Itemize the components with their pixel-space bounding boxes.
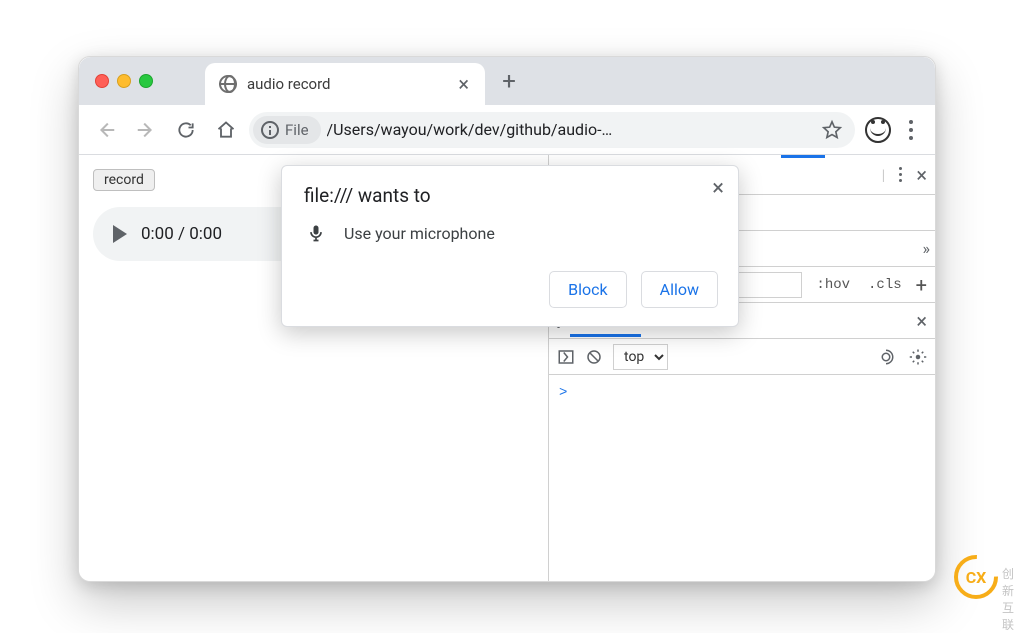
info-icon (261, 121, 279, 139)
corner-watermark: CX 创新互联 (954, 555, 998, 603)
permission-actions: Block Allow (304, 271, 718, 308)
forward-button[interactable] (129, 113, 163, 147)
permission-dialog: × file:/// wants to Use your microphone … (281, 165, 739, 327)
console-toolbar: top (549, 339, 935, 375)
permission-title: file:/// wants to (304, 184, 718, 207)
brand-text: 创新互联 (1002, 565, 1014, 633)
svg-text:CX: CX (966, 568, 987, 587)
live-expression-icon[interactable] (877, 348, 895, 366)
address-bar[interactable]: File /Users/wayou/work/dev/github/audio-… (249, 112, 855, 148)
clear-console-icon[interactable] (585, 348, 603, 366)
audio-time: 0:00 / 0:00 (141, 224, 222, 244)
minimize-window-button[interactable] (117, 74, 131, 88)
devtools-menu-button[interactable] (899, 167, 902, 182)
back-button[interactable] (89, 113, 123, 147)
reload-button[interactable] (169, 113, 203, 147)
toolbar: File /Users/wayou/work/dev/github/audio-… (79, 105, 935, 155)
allow-button[interactable]: Allow (641, 271, 718, 308)
tab-close-button[interactable]: × (454, 70, 473, 98)
new-tab-button[interactable]: + (485, 57, 533, 105)
tab-strip: audio record × + (79, 57, 935, 105)
console-sidebar-toggle-icon[interactable] (557, 348, 575, 366)
arrow-right-icon (135, 119, 157, 141)
close-window-button[interactable] (95, 74, 109, 88)
block-button[interactable]: Block (549, 271, 626, 308)
home-icon (216, 120, 236, 140)
console-prompt-icon: > (559, 385, 567, 401)
chip-label: File (285, 121, 309, 139)
plus-icon: + (502, 67, 516, 95)
reload-icon (176, 120, 196, 140)
home-button[interactable] (209, 113, 243, 147)
permission-row: Use your microphone (306, 223, 718, 243)
arrow-left-icon (95, 119, 117, 141)
site-info-chip[interactable]: File (253, 116, 321, 144)
record-button[interactable]: record (93, 169, 155, 191)
console-context-select[interactable]: top (613, 344, 668, 370)
profile-avatar[interactable] (865, 117, 891, 143)
play-icon[interactable] (113, 225, 127, 243)
globe-icon (219, 75, 237, 93)
permission-text: Use your microphone (344, 224, 495, 243)
dialog-close-button[interactable]: × (712, 176, 724, 201)
devtools-close-button[interactable]: × (916, 163, 927, 187)
add-style-button[interactable]: + (916, 273, 927, 297)
browser-menu-button[interactable] (897, 116, 925, 144)
console-settings-icon[interactable] (909, 348, 927, 366)
hov-button[interactable]: :hov (812, 275, 854, 295)
cls-button[interactable]: .cls (864, 275, 906, 295)
browser-tab[interactable]: audio record × (205, 63, 485, 105)
ninja-icon (870, 124, 886, 136)
tab-title: audio record (247, 75, 444, 93)
bookmark-star-icon[interactable] (821, 119, 843, 141)
browser-window: audio record × + File /Users/wayou/work/… (78, 56, 936, 582)
cx-logo-icon: CX (954, 555, 998, 599)
url-text: /Users/wayou/work/dev/github/audio-… (327, 120, 815, 139)
console-body[interactable]: > (549, 375, 935, 581)
active-tab-indicator (781, 155, 825, 158)
traffic-lights (79, 57, 169, 105)
drawer-close-button[interactable]: × (916, 309, 927, 333)
microphone-icon (306, 223, 326, 243)
maximize-window-button[interactable] (139, 74, 153, 88)
more-sidebar-tabs[interactable]: » (923, 239, 928, 258)
